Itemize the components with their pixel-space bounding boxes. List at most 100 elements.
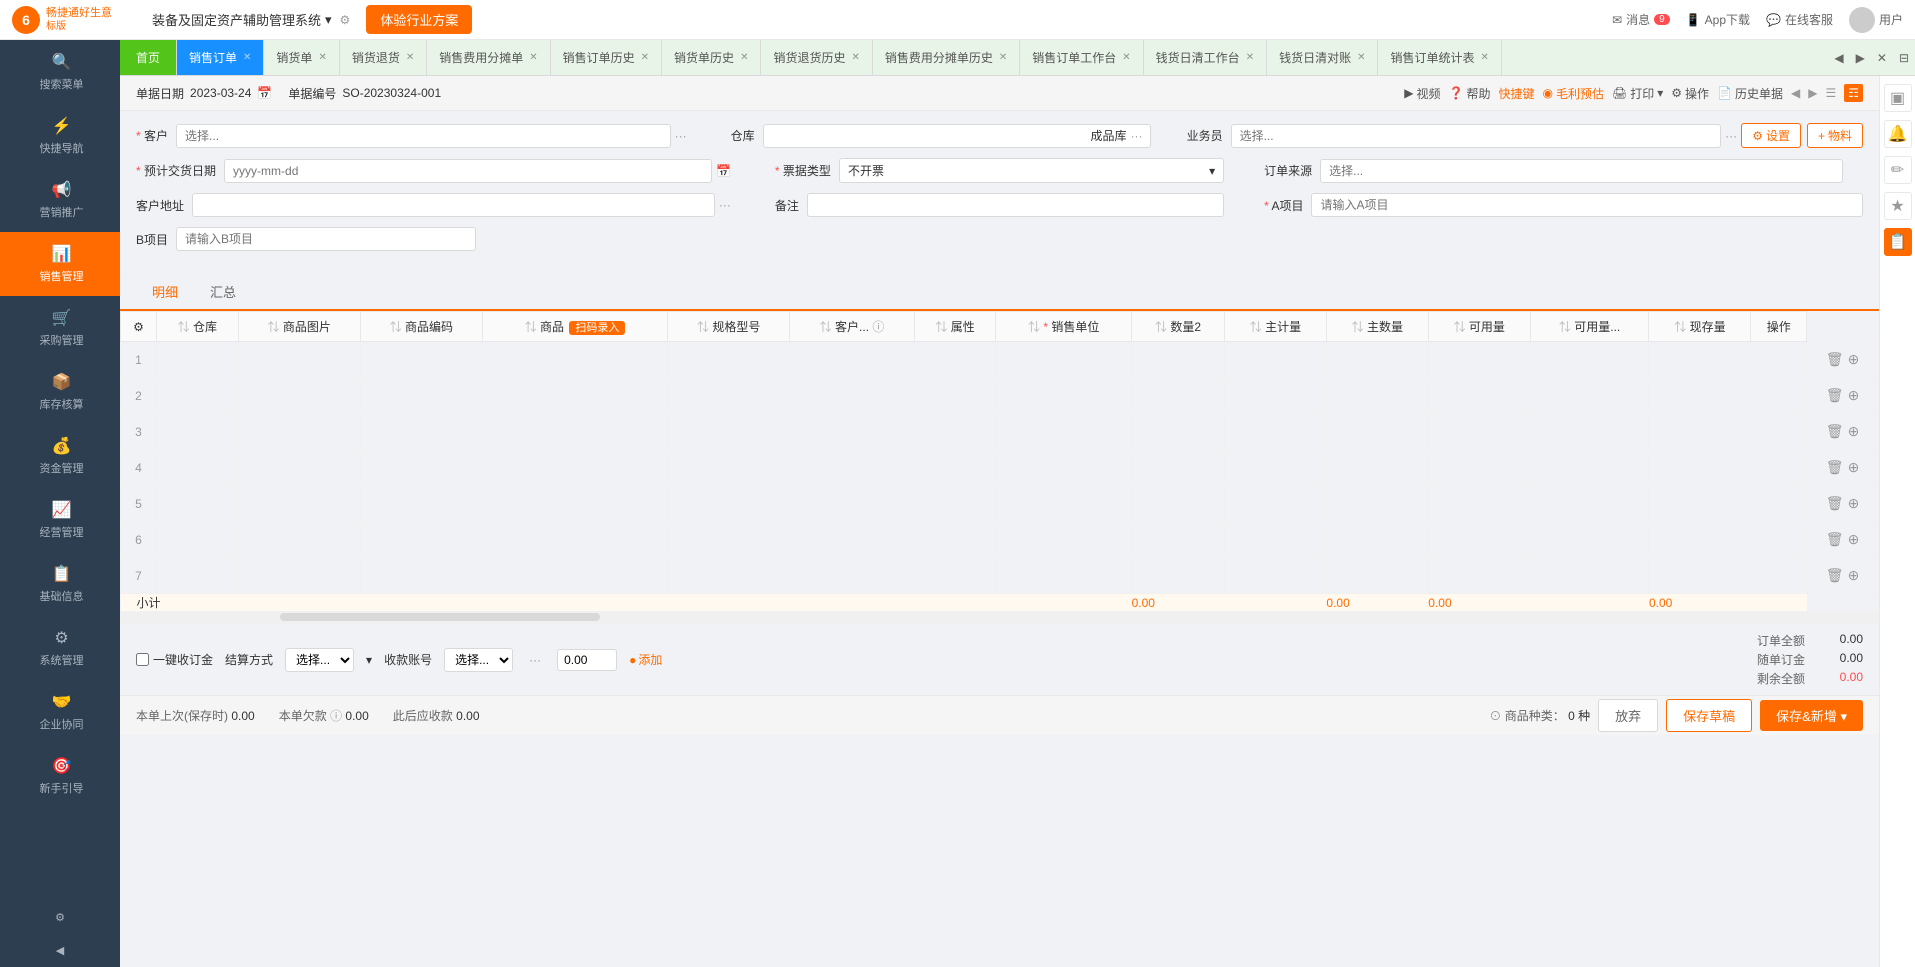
close-tab-icon[interactable]: ✕ <box>641 52 649 63</box>
app-download-button[interactable]: 📱 App下载 <box>1686 11 1750 28</box>
salesperson-dots-button[interactable]: ··· <box>1721 129 1741 143</box>
table-cell[interactable] <box>996 450 1132 486</box>
table-cell[interactable] <box>360 486 482 522</box>
table-cell[interactable] <box>668 378 790 414</box>
table-cell[interactable] <box>1530 558 1649 594</box>
remark-input[interactable] <box>807 193 1224 217</box>
table-cell[interactable] <box>482 558 667 594</box>
copy-icon[interactable]: ⊕ <box>1848 459 1860 476</box>
table-cell[interactable] <box>360 522 482 558</box>
sidebar-item-management[interactable]: 📈 经营管理 <box>0 488 120 552</box>
table-cell[interactable] <box>1132 558 1225 594</box>
table-cell[interactable] <box>668 414 790 450</box>
copy-icon[interactable]: ⊕ <box>1848 423 1860 440</box>
tab-sales-order[interactable]: 销售订单 ✕ <box>177 40 264 76</box>
table-cell[interactable] <box>1224 450 1326 486</box>
table-cell[interactable] <box>360 450 482 486</box>
tab-workbench[interactable]: 销售订单工作台 ✕ <box>1020 40 1143 76</box>
delete-icon[interactable]: 🗑 <box>1826 531 1844 548</box>
delete-icon[interactable]: 🗑 <box>1826 387 1844 404</box>
table-cell[interactable] <box>996 558 1132 594</box>
table-cell[interactable] <box>238 414 360 450</box>
table-cell[interactable] <box>1224 378 1326 414</box>
tab-daily-reconcile[interactable]: 钱货日清对账 ✕ <box>1267 40 1378 76</box>
copy-icon[interactable]: ⊕ <box>1848 567 1860 584</box>
table-cell[interactable] <box>790 486 914 522</box>
table-cell[interactable] <box>1224 486 1326 522</box>
settings-form-button[interactable]: ⚙ 设置 <box>1741 123 1801 148</box>
sidebar-item-finance[interactable]: 💰 资金管理 <box>0 424 120 488</box>
table-cell[interactable] <box>1428 486 1530 522</box>
tab-prev-button[interactable]: ◀ <box>1828 51 1849 65</box>
customer-input[interactable] <box>176 124 671 148</box>
sidebar-item-search[interactable]: 🔍 搜索菜单 <box>0 40 120 104</box>
list-view-icon[interactable]: ☶ <box>1844 84 1863 102</box>
table-cell[interactable] <box>1751 414 1807 450</box>
sidebar-item-inventory[interactable]: 📦 库存核算 <box>0 360 120 424</box>
table-cell[interactable] <box>238 522 360 558</box>
right-panel-icon-1[interactable]: ▣ <box>1884 84 1912 112</box>
table-cell[interactable] <box>157 486 239 522</box>
right-panel-icon-4[interactable]: ★ <box>1884 192 1912 220</box>
shortcut-button[interactable]: 快捷键 <box>1498 85 1534 102</box>
deposit-amount-input[interactable] <box>557 649 617 671</box>
table-cell[interactable] <box>1428 378 1530 414</box>
table-cell[interactable] <box>238 378 360 414</box>
delete-icon[interactable]: 🗑 <box>1826 423 1844 440</box>
close-tab-icon[interactable]: ✕ <box>1481 52 1489 63</box>
table-cell[interactable] <box>1326 450 1428 486</box>
table-cell[interactable] <box>1530 486 1649 522</box>
table-cell[interactable] <box>1649 342 1751 378</box>
address-dots-button[interactable]: ··· <box>715 198 735 212</box>
close-tab-icon[interactable]: ✕ <box>999 52 1007 63</box>
table-cell[interactable] <box>914 558 996 594</box>
delete-icon[interactable]: 🗑 <box>1826 567 1844 584</box>
tab-daily-workbench[interactable]: 钱货日清工作台 ✕ <box>1144 40 1267 76</box>
table-cell[interactable] <box>1224 342 1326 378</box>
table-cell[interactable] <box>238 342 360 378</box>
table-cell[interactable] <box>1326 414 1428 450</box>
sidebar-item-system[interactable]: ⚙ 系统管理 <box>0 616 120 680</box>
save-draft-button[interactable]: 保存草稿 <box>1666 699 1752 732</box>
bank-account-dots-button[interactable]: ··· <box>525 653 545 667</box>
table-cell[interactable] <box>157 558 239 594</box>
table-cell[interactable] <box>1751 378 1807 414</box>
salesperson-input[interactable] <box>1231 124 1722 148</box>
right-panel-icon-5[interactable]: 📋 <box>1884 228 1912 256</box>
col-product[interactable]: ⇅ 商品 扫码录入 <box>482 312 667 342</box>
table-cell[interactable] <box>157 522 239 558</box>
tab-expense-history[interactable]: 销售费用分摊单历史 ✕ <box>873 40 1020 76</box>
tab-return-history[interactable]: 销货退货历史 ✕ <box>761 40 872 76</box>
table-cell[interactable] <box>996 414 1132 450</box>
close-tab-icon[interactable]: ✕ <box>529 52 537 63</box>
tab-menu-button[interactable]: ⊟ <box>1893 51 1915 65</box>
b-project-input[interactable] <box>176 227 476 251</box>
right-panel-icon-3[interactable]: ✏ <box>1884 156 1912 184</box>
discard-button[interactable]: 放弃 <box>1598 699 1658 732</box>
solution-button[interactable]: 体验行业方案 <box>366 5 472 34</box>
col-warehouse[interactable]: ⇅ 仓库 <box>157 312 239 342</box>
tab-home[interactable]: 首页 <box>120 40 177 76</box>
sidebar-item-quicknav[interactable]: ⚡ 快捷导航 <box>0 104 120 168</box>
table-cell[interactable] <box>1530 522 1649 558</box>
table-cell[interactable] <box>1224 558 1326 594</box>
table-cell[interactable] <box>1132 378 1225 414</box>
warehouse-dots-button[interactable]: ··· <box>1127 129 1147 143</box>
table-cell[interactable] <box>1751 558 1807 594</box>
delivery-calendar-icon[interactable]: 📅 <box>712 164 735 178</box>
tab-summary[interactable]: 汇总 <box>194 274 252 309</box>
tab-close-all-button[interactable]: ✕ <box>1871 51 1893 65</box>
table-cell[interactable] <box>1649 378 1751 414</box>
table-cell[interactable] <box>1751 522 1807 558</box>
view-button[interactable]: ▶ 视频 <box>1404 85 1440 102</box>
table-cell[interactable] <box>1428 450 1530 486</box>
table-cell[interactable] <box>1530 450 1649 486</box>
sidebar-item-basic-info[interactable]: 📋 基础信息 <box>0 552 120 616</box>
table-cell[interactable] <box>914 414 996 450</box>
table-cell[interactable] <box>1751 486 1807 522</box>
table-cell[interactable] <box>1326 522 1428 558</box>
sidebar-item-marketing[interactable]: 📢 营销推广 <box>0 168 120 232</box>
close-tab-icon[interactable]: ✕ <box>243 52 251 63</box>
table-cell[interactable] <box>668 558 790 594</box>
table-cell[interactable] <box>1224 522 1326 558</box>
